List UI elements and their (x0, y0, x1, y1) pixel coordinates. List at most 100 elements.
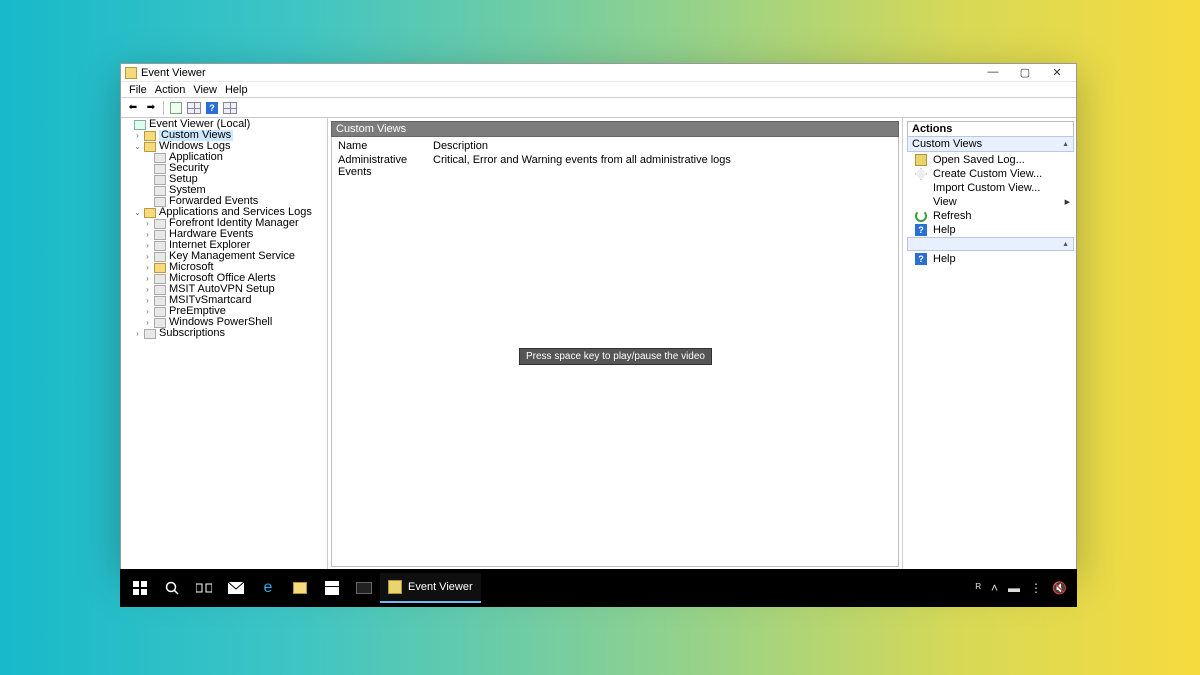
action-open-saved-log[interactable]: Open Saved Log... (907, 153, 1074, 167)
tree-svc-kms[interactable]: ›Key Management Service (123, 251, 325, 262)
file-explorer-button[interactable] (284, 573, 316, 603)
help-button[interactable]: ? (204, 100, 220, 116)
expander-icon[interactable]: › (143, 274, 152, 283)
task-view-button[interactable] (188, 573, 220, 603)
action-create-custom-view[interactable]: Create Custom View... (907, 167, 1074, 181)
log-icon (154, 296, 166, 306)
log-icon (154, 285, 166, 295)
menu-file[interactable]: File (129, 84, 147, 96)
tray-people-icon[interactable]: ᴿ (976, 581, 981, 595)
tree-log-application[interactable]: Application (123, 152, 325, 163)
mail-button[interactable] (220, 573, 252, 603)
toolbar-divider (163, 101, 164, 115)
expander-icon[interactable]: › (143, 307, 152, 316)
properties-button[interactable] (186, 100, 202, 116)
store-icon (325, 581, 339, 595)
system-tray[interactable]: ᴿ ˄ ▬ ⋮ 🔇 (976, 581, 1073, 595)
back-button[interactable]: ⬅ (125, 100, 141, 116)
expander-icon[interactable]: › (133, 131, 142, 140)
forward-button[interactable]: ➡ (143, 100, 159, 116)
expander-icon[interactable]: › (143, 318, 152, 327)
close-button[interactable]: ✕ (1046, 66, 1068, 79)
col-name-header[interactable]: Name (338, 140, 433, 152)
expander-icon[interactable]: › (143, 230, 152, 239)
chevron-up-icon[interactable]: ▲ (1062, 141, 1069, 148)
folder-icon (144, 131, 156, 141)
actions-list-1: Open Saved Log... Create Custom View... … (907, 152, 1074, 238)
tray-volume-icon[interactable]: 🔇 (1052, 581, 1067, 595)
edge-button[interactable]: e (252, 573, 284, 603)
menu-action[interactable]: Action (155, 84, 186, 96)
expander-icon[interactable]: ⌄ (133, 208, 142, 217)
row-desc: Critical, Error and Warning events from … (433, 154, 892, 178)
expander-icon[interactable]: › (143, 263, 152, 272)
start-button[interactable] (124, 573, 156, 603)
action-refresh[interactable]: Refresh (907, 209, 1074, 223)
row-name: Administrative Events (338, 154, 433, 178)
expander-icon[interactable]: › (143, 241, 152, 250)
open-log-icon (915, 154, 927, 166)
log-icon (154, 175, 166, 185)
action-import-custom-view[interactable]: Import Custom View... (907, 181, 1074, 195)
expander-icon[interactable]: › (143, 285, 152, 294)
menu-help[interactable]: Help (225, 84, 248, 96)
minimize-button[interactable]: — (982, 66, 1004, 79)
list-item[interactable]: Administrative Events Critical, Error an… (332, 153, 898, 179)
terminal-button[interactable] (348, 573, 380, 603)
menu-view[interactable]: View (193, 84, 217, 96)
window-controls: — ▢ ✕ (982, 66, 1068, 79)
event-viewer-window: Event Viewer — ▢ ✕ File Action View Help… (120, 63, 1077, 571)
chevron-up-icon[interactable]: ▲ (1062, 241, 1069, 248)
main-body: Event Viewer (Local) › Custom Views ⌄ Wi… (121, 118, 1076, 570)
help-icon: ? (915, 253, 927, 265)
column-headers[interactable]: Name Description (332, 139, 898, 153)
app-icon (125, 67, 137, 79)
folder-icon (144, 142, 156, 152)
tray-network-icon[interactable]: ⋮ (1030, 581, 1042, 595)
tree-log-setup[interactable]: Setup (123, 174, 325, 185)
tray-battery-icon[interactable]: ▬ (1008, 581, 1020, 595)
maximize-button[interactable]: ▢ (1014, 66, 1036, 79)
toolbar: ⬅ ➡ ? (121, 98, 1076, 118)
actions-pane: Actions Custom Views ▲ Open Saved Log...… (902, 118, 1076, 570)
tray-overflow-icon[interactable]: ˄ (991, 581, 998, 595)
log-icon (154, 219, 166, 229)
log-icon (154, 153, 166, 163)
menu-bar: File Action View Help (121, 82, 1076, 98)
actions-list-2: ?Help (907, 251, 1074, 267)
actions-group-custom-views[interactable]: Custom Views ▲ (907, 136, 1074, 152)
expander-icon[interactable]: › (133, 329, 142, 338)
show-hide-button[interactable] (168, 100, 184, 116)
subscriptions-icon (144, 329, 156, 339)
action-help[interactable]: ?Help (907, 223, 1074, 237)
terminal-icon (356, 582, 372, 594)
expander-icon[interactable]: › (143, 252, 152, 261)
store-button[interactable] (316, 573, 348, 603)
tree-log-security[interactable]: Security (123, 163, 325, 174)
taskbar-active-eventviewer[interactable]: Event Viewer (380, 573, 481, 603)
title-bar[interactable]: Event Viewer — ▢ ✕ (121, 64, 1076, 82)
search-button[interactable] (156, 573, 188, 603)
refresh-icon (915, 210, 927, 222)
help-icon: ? (915, 224, 927, 236)
log-icon (154, 164, 166, 174)
folder-icon (144, 208, 156, 218)
create-view-icon (915, 168, 927, 180)
actions-group-2[interactable]: ▲ (907, 237, 1074, 251)
folder-icon (154, 263, 166, 273)
expander-icon[interactable]: ⌄ (133, 142, 142, 151)
taskbar[interactable]: e Event Viewer ᴿ ˄ ▬ ⋮ 🔇 (120, 569, 1077, 607)
log-icon (154, 252, 166, 262)
tree-windows-logs[interactable]: ⌄ Windows Logs (123, 141, 325, 152)
expander-icon[interactable]: › (143, 219, 152, 228)
col-desc-header[interactable]: Description (433, 140, 892, 152)
layout-button[interactable] (222, 100, 238, 116)
navigation-tree[interactable]: Event Viewer (Local) › Custom Views ⌄ Wi… (121, 118, 328, 570)
tree-subscriptions[interactable]: › Subscriptions (123, 328, 325, 339)
action-view-submenu[interactable]: View▶ (907, 195, 1074, 209)
expander-icon[interactable]: › (143, 296, 152, 305)
actions-title: Actions (907, 121, 1074, 137)
log-icon (154, 186, 166, 196)
action-help-2[interactable]: ?Help (907, 252, 1074, 266)
log-icon (154, 197, 166, 207)
